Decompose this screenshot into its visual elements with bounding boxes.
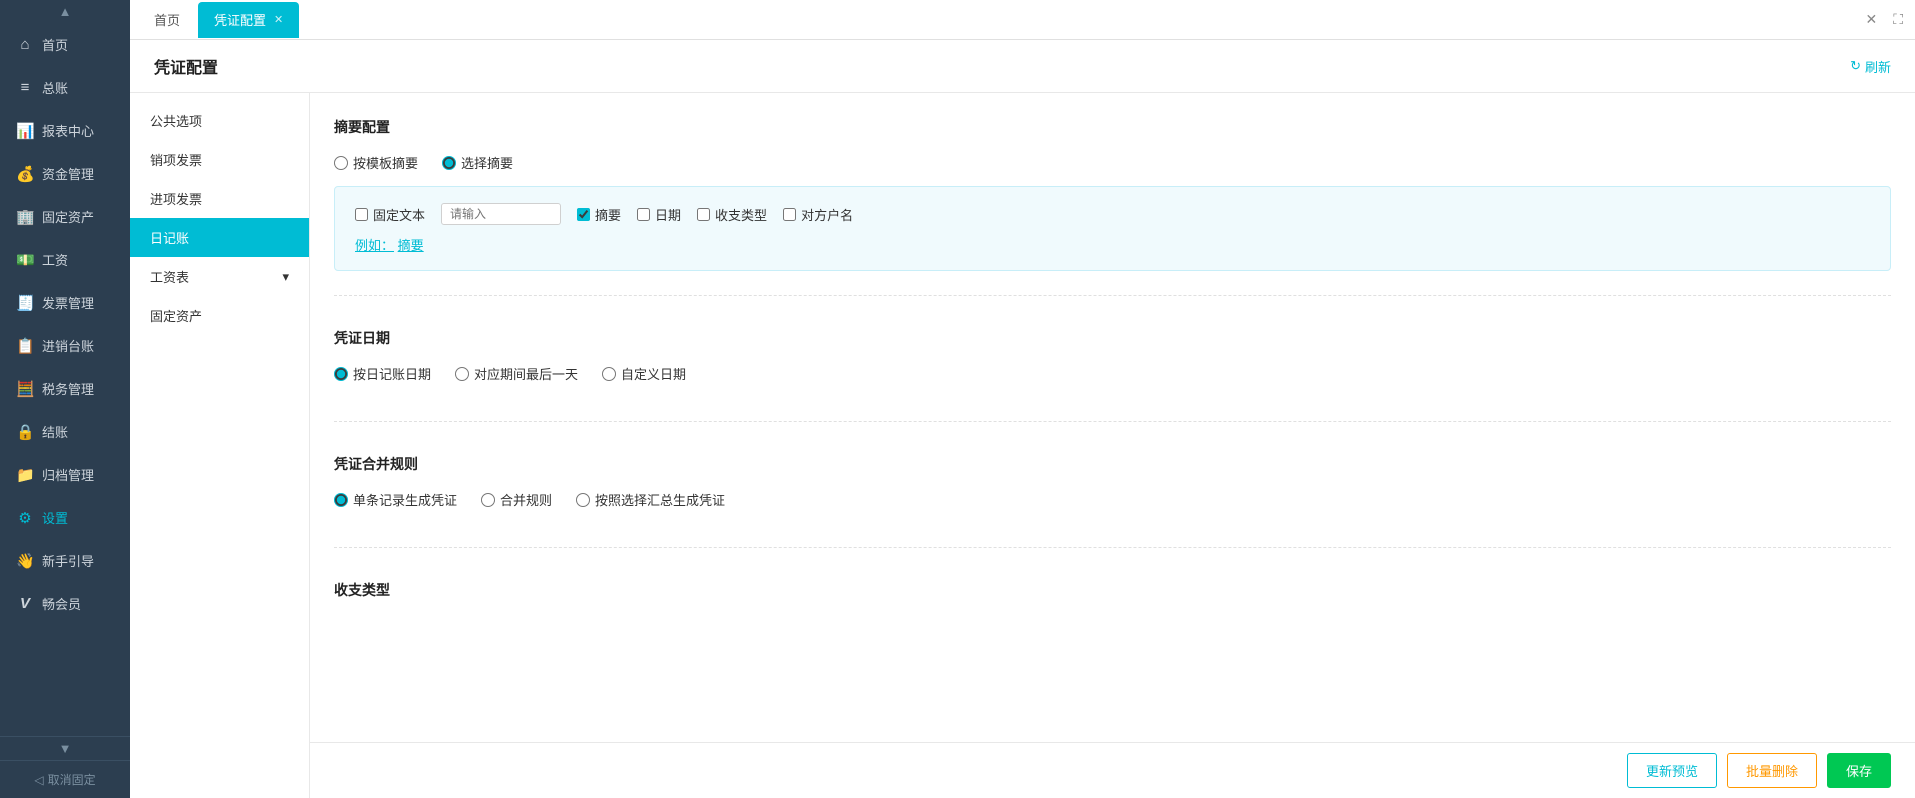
chevron-down-icon: ▾ <box>282 269 289 285</box>
left-nav-public[interactable]: 公共选项 <box>130 101 309 140</box>
tab-bar: 首页 凭证配置 ✕ ✕ ⛶ <box>130 0 1915 40</box>
close-account-icon: 🔒 <box>16 423 34 441</box>
sidebar: ▲ ⌂ 首页 ≡ 总账 📊 报表中心 💰 资金管理 🏢 固定资产 💵 工资 🧾 … <box>0 0 130 798</box>
checkbox-fixed-text[interactable]: 固定文本 <box>355 205 425 224</box>
sidebar-scroll-down[interactable]: ▼ <box>0 737 130 760</box>
merge-radio-group: 单条记录生成凭证 合并规则 按照选择汇总生成凭证 <box>334 490 1891 509</box>
section-income-type-title: 收支类型 <box>334 580 1891 600</box>
left-nav-purchase[interactable]: 进项发票 <box>130 179 309 218</box>
section-date-title: 凭证日期 <box>334 328 1891 348</box>
fixed-text-input[interactable] <box>441 203 561 225</box>
checkbox-abstract[interactable]: 摘要 <box>577 205 621 224</box>
radio-journal-date[interactable]: 按日记账日期 <box>334 364 431 383</box>
sidebar-item-close[interactable]: 🔒 结账 <box>0 410 130 453</box>
sidebar-item-tax[interactable]: 🧮 税务管理 <box>0 367 130 410</box>
window-close-icon[interactable]: ✕ <box>1861 9 1881 30</box>
radio-single[interactable]: 单条记录生成凭证 <box>334 490 457 509</box>
batch-delete-button[interactable]: 批量删除 <box>1727 753 1817 788</box>
tab-bar-right: ✕ ⛶ <box>1861 9 1907 30</box>
inout-icon: 📋 <box>16 337 34 355</box>
page-header: 凭证配置 ↻ 刷新 <box>130 40 1915 93</box>
sidebar-item-report[interactable]: 📊 报表中心 <box>0 109 130 152</box>
archive-icon: 📁 <box>16 466 34 484</box>
content-area: 凭证配置 ↻ 刷新 公共选项 销项发票 进项发票 日记账 <box>130 40 1915 798</box>
sidebar-bottom: ▼ ◁ 取消固定 <box>0 736 130 798</box>
body-split: 公共选项 销项发票 进项发票 日记账 工资表 ▾ 固定资产 <box>130 93 1915 798</box>
date-radio-group: 按日记账日期 对应期间最后一天 自定义日期 <box>334 364 1891 383</box>
section-summary-title: 摘要配置 <box>334 117 1891 137</box>
radio-select-summary[interactable]: 选择摘要 <box>442 153 513 172</box>
pin-icon: ◁ <box>34 773 43 787</box>
unfix-button[interactable]: ◁ 取消固定 <box>0 760 130 798</box>
summary-checkbox-row: 固定文本 摘要 日期 <box>355 203 1870 225</box>
checkbox-income-type[interactable]: 收支类型 <box>697 205 767 224</box>
settings-icon: ⚙ <box>16 509 34 527</box>
left-nav-sales[interactable]: 销项发票 <box>130 140 309 179</box>
example-value-link[interactable]: 摘要 <box>398 238 424 253</box>
sidebar-item-settings[interactable]: ⚙ 设置 <box>0 496 130 539</box>
fund-icon: 💰 <box>16 165 34 183</box>
section-date: 凭证日期 按日记账日期 对应期间最后一天 <box>334 328 1891 422</box>
sidebar-item-vip[interactable]: V 畅会员 <box>0 582 130 625</box>
checkbox-counterpart[interactable]: 对方户名 <box>783 205 853 224</box>
radio-template-summary[interactable]: 按模板摘要 <box>334 153 418 172</box>
summary-config-box: 固定文本 摘要 日期 <box>334 186 1891 271</box>
sidebar-item-salary[interactable]: 💵 工资 <box>0 238 130 281</box>
left-nav-payroll[interactable]: 工资表 ▾ <box>130 257 309 296</box>
radio-select-merge[interactable]: 按照选择汇总生成凭证 <box>576 490 725 509</box>
section-income-type: 收支类型 <box>334 580 1891 640</box>
page-title: 凭证配置 <box>154 54 218 78</box>
tab-home[interactable]: 首页 <box>138 2 196 38</box>
left-nav: 公共选项 销项发票 进项发票 日记账 工资表 ▾ 固定资产 <box>130 93 310 798</box>
sidebar-item-fund[interactable]: 💰 资金管理 <box>0 152 130 195</box>
radio-merge-rule[interactable]: 合并规则 <box>481 490 552 509</box>
invoice-icon: 🧾 <box>16 294 34 312</box>
update-preview-button[interactable]: 更新预览 <box>1627 753 1717 788</box>
ledger-icon: ≡ <box>16 79 34 96</box>
sidebar-item-ledger[interactable]: ≡ 总账 <box>0 66 130 109</box>
vip-icon: V <box>16 595 34 612</box>
section-merge-title: 凭证合并规则 <box>334 454 1891 474</box>
sidebar-item-archive[interactable]: 📁 归档管理 <box>0 453 130 496</box>
sidebar-item-inout[interactable]: 📋 进销台账 <box>0 324 130 367</box>
right-scroll-container: 摘要配置 按模板摘要 选择摘要 <box>310 93 1915 798</box>
tab-voucher[interactable]: 凭证配置 ✕ <box>198 2 299 38</box>
salary-icon: 💵 <box>16 251 34 269</box>
asset-icon: 🏢 <box>16 208 34 226</box>
summary-radio-group: 按模板摘要 选择摘要 <box>334 153 1891 172</box>
sidebar-item-guide[interactable]: 👋 新手引导 <box>0 539 130 582</box>
section-summary: 摘要配置 按模板摘要 选择摘要 <box>334 117 1891 296</box>
tab-close-icon[interactable]: ✕ <box>274 13 283 26</box>
refresh-button[interactable]: ↻ 刷新 <box>1850 57 1891 76</box>
section-merge: 凭证合并规则 单条记录生成凭证 合并规则 <box>334 454 1891 548</box>
right-content: 摘要配置 按模板摘要 选择摘要 <box>310 93 1915 742</box>
radio-custom-date[interactable]: 自定义日期 <box>602 364 686 383</box>
refresh-icon: ↻ <box>1850 58 1861 74</box>
guide-icon: 👋 <box>16 552 34 570</box>
sidebar-item-home[interactable]: ⌂ 首页 <box>0 23 130 66</box>
left-nav-journal[interactable]: 日记账 <box>130 218 309 257</box>
report-icon: 📊 <box>16 122 34 140</box>
sidebar-item-invoice[interactable]: 🧾 发票管理 <box>0 281 130 324</box>
radio-period-last[interactable]: 对应期间最后一天 <box>455 364 578 383</box>
main-area: 首页 凭证配置 ✕ ✕ ⛶ 凭证配置 ↻ 刷新 公共选项 <box>130 0 1915 798</box>
save-button[interactable]: 保存 <box>1827 753 1891 788</box>
summary-example: 例如： 摘要 <box>355 235 1870 254</box>
home-icon: ⌂ <box>16 36 34 53</box>
bottom-bar: 更新预览 批量删除 保存 <box>310 742 1915 798</box>
window-expand-icon[interactable]: ⛶ <box>1889 9 1907 30</box>
tax-icon: 🧮 <box>16 380 34 398</box>
left-nav-fixed-asset[interactable]: 固定资产 <box>130 296 309 335</box>
sidebar-item-asset[interactable]: 🏢 固定资产 <box>0 195 130 238</box>
sidebar-scroll-up[interactable]: ▲ <box>0 0 130 23</box>
checkbox-date[interactable]: 日期 <box>637 205 681 224</box>
